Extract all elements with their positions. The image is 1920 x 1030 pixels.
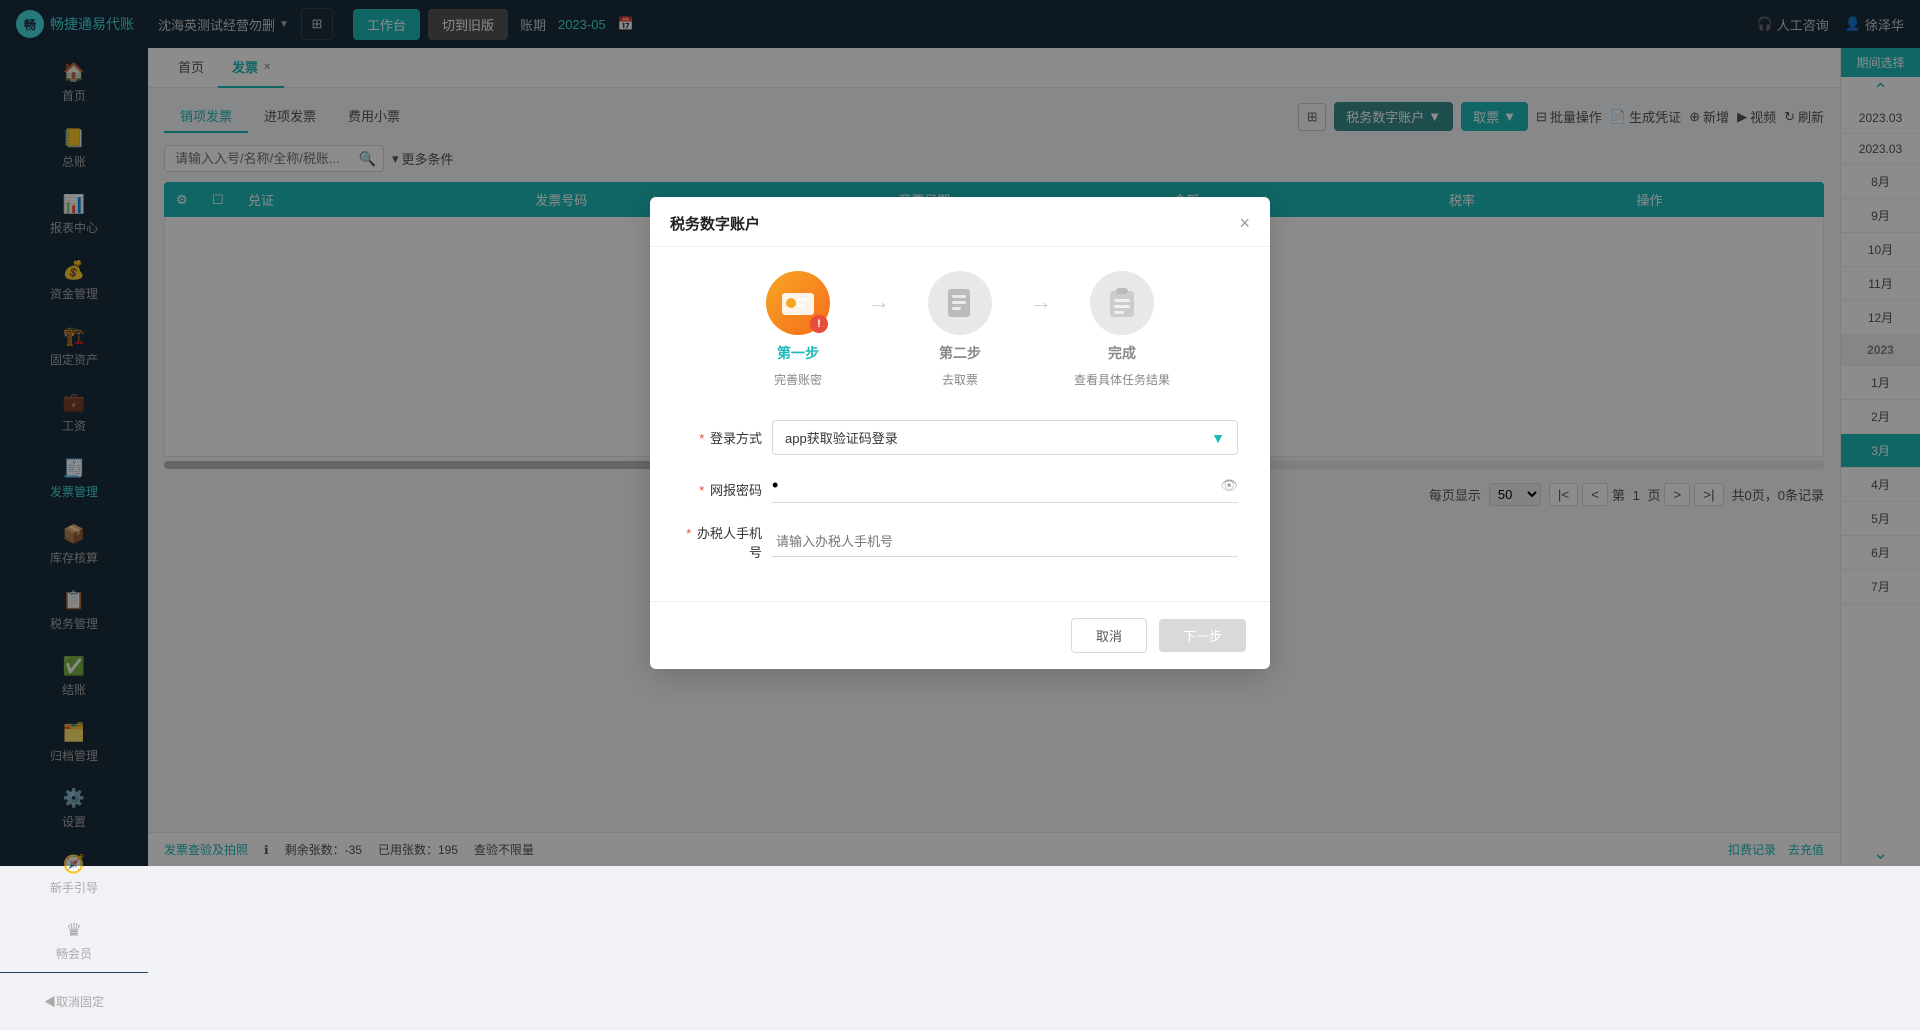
step-2-desc: 去取票 bbox=[942, 371, 978, 388]
login-method-control: app获取验证码登录 ▼ bbox=[772, 420, 1238, 455]
dialog-close-button[interactable]: × bbox=[1239, 213, 1250, 234]
id-card-icon bbox=[780, 285, 816, 321]
dialog-title: 税务数字账户 bbox=[670, 213, 760, 234]
step-3-desc: 查看具体任务结果 bbox=[1074, 371, 1170, 388]
password-control: 👁 bbox=[772, 475, 1238, 503]
step-3-icon-circle bbox=[1090, 271, 1154, 335]
step-3: 完成 查看具体任务结果 bbox=[1052, 271, 1192, 388]
login-method-value: app获取验证码登录 bbox=[785, 428, 898, 447]
step-3-label: 完成 bbox=[1108, 343, 1136, 363]
step-1-icon-wrap: ! bbox=[766, 271, 830, 335]
step-1-label: 第一步 bbox=[777, 343, 819, 363]
step-2-icon-wrap bbox=[928, 271, 992, 335]
dialog-header: 税务数字账户 × bbox=[650, 197, 1270, 247]
tax-digital-dialog: 税务数字账户 × bbox=[650, 197, 1270, 669]
cancel-fixed-label: ◀取消固定 bbox=[44, 993, 104, 1010]
document-icon bbox=[942, 285, 978, 321]
step-1: ! 第一步 完善账密 bbox=[728, 271, 868, 388]
step-1-badge: ! bbox=[810, 315, 828, 333]
phone-control bbox=[772, 527, 1238, 557]
password-input-wrap: 👁 bbox=[772, 475, 1238, 503]
password-label: * 网报密码 bbox=[682, 480, 772, 499]
cancel-fixed-button[interactable]: ◀取消固定 bbox=[0, 985, 148, 1018]
required-star: * bbox=[699, 431, 704, 446]
password-field: * 网报密码 👁 bbox=[682, 475, 1238, 503]
step-3-icon-wrap bbox=[1090, 271, 1154, 335]
steps-container: ! 第一步 完善账密 → bbox=[682, 271, 1238, 388]
phone-field: * 办税人手机号 bbox=[682, 523, 1238, 561]
login-method-label-text: 登录方式 bbox=[710, 431, 762, 446]
sidebar-label-guide: 新手引导 bbox=[50, 879, 98, 896]
sidebar-label-vip: 畅会员 bbox=[56, 945, 92, 962]
login-method-select[interactable]: app获取验证码登录 ▼ bbox=[772, 420, 1238, 455]
step-arrow-2: → bbox=[1030, 289, 1052, 315]
dialog-body: ! 第一步 完善账密 → bbox=[650, 247, 1270, 601]
phone-input[interactable] bbox=[772, 527, 1238, 557]
step-1-desc: 完善账密 bbox=[774, 371, 822, 388]
cancel-button[interactable]: 取消 bbox=[1071, 618, 1147, 653]
step-arrow-1: → bbox=[868, 289, 890, 315]
next-step-button[interactable]: 下一步 bbox=[1159, 619, 1246, 652]
dialog-overlay: 税务数字账户 × bbox=[0, 0, 1920, 866]
step-2-icon-circle bbox=[928, 271, 992, 335]
phone-label: * 办税人手机号 bbox=[682, 523, 772, 561]
password-label-text: 网报密码 bbox=[710, 483, 762, 498]
dialog-footer: 取消 下一步 bbox=[650, 601, 1270, 669]
sidebar-bottom: ◀取消固定 bbox=[0, 972, 148, 1030]
eye-icon[interactable]: 👁 bbox=[1220, 477, 1238, 494]
login-method-field: * 登录方式 app获取验证码登录 ▼ bbox=[682, 420, 1238, 455]
select-chevron-icon: ▼ bbox=[1211, 430, 1225, 446]
login-method-label: * 登录方式 bbox=[682, 428, 772, 447]
required-star: * bbox=[686, 526, 691, 541]
clipboard-icon bbox=[1104, 285, 1140, 321]
step-2: 第二步 去取票 bbox=[890, 271, 1030, 388]
sidebar-item-vip[interactable]: ♛ 畅会员 bbox=[0, 906, 148, 972]
vip-icon: ♛ bbox=[66, 920, 82, 941]
required-star: * bbox=[699, 483, 704, 498]
step-2-label: 第二步 bbox=[939, 343, 981, 363]
phone-label-text: 办税人手机号 bbox=[697, 526, 762, 560]
password-input[interactable] bbox=[772, 475, 1220, 496]
